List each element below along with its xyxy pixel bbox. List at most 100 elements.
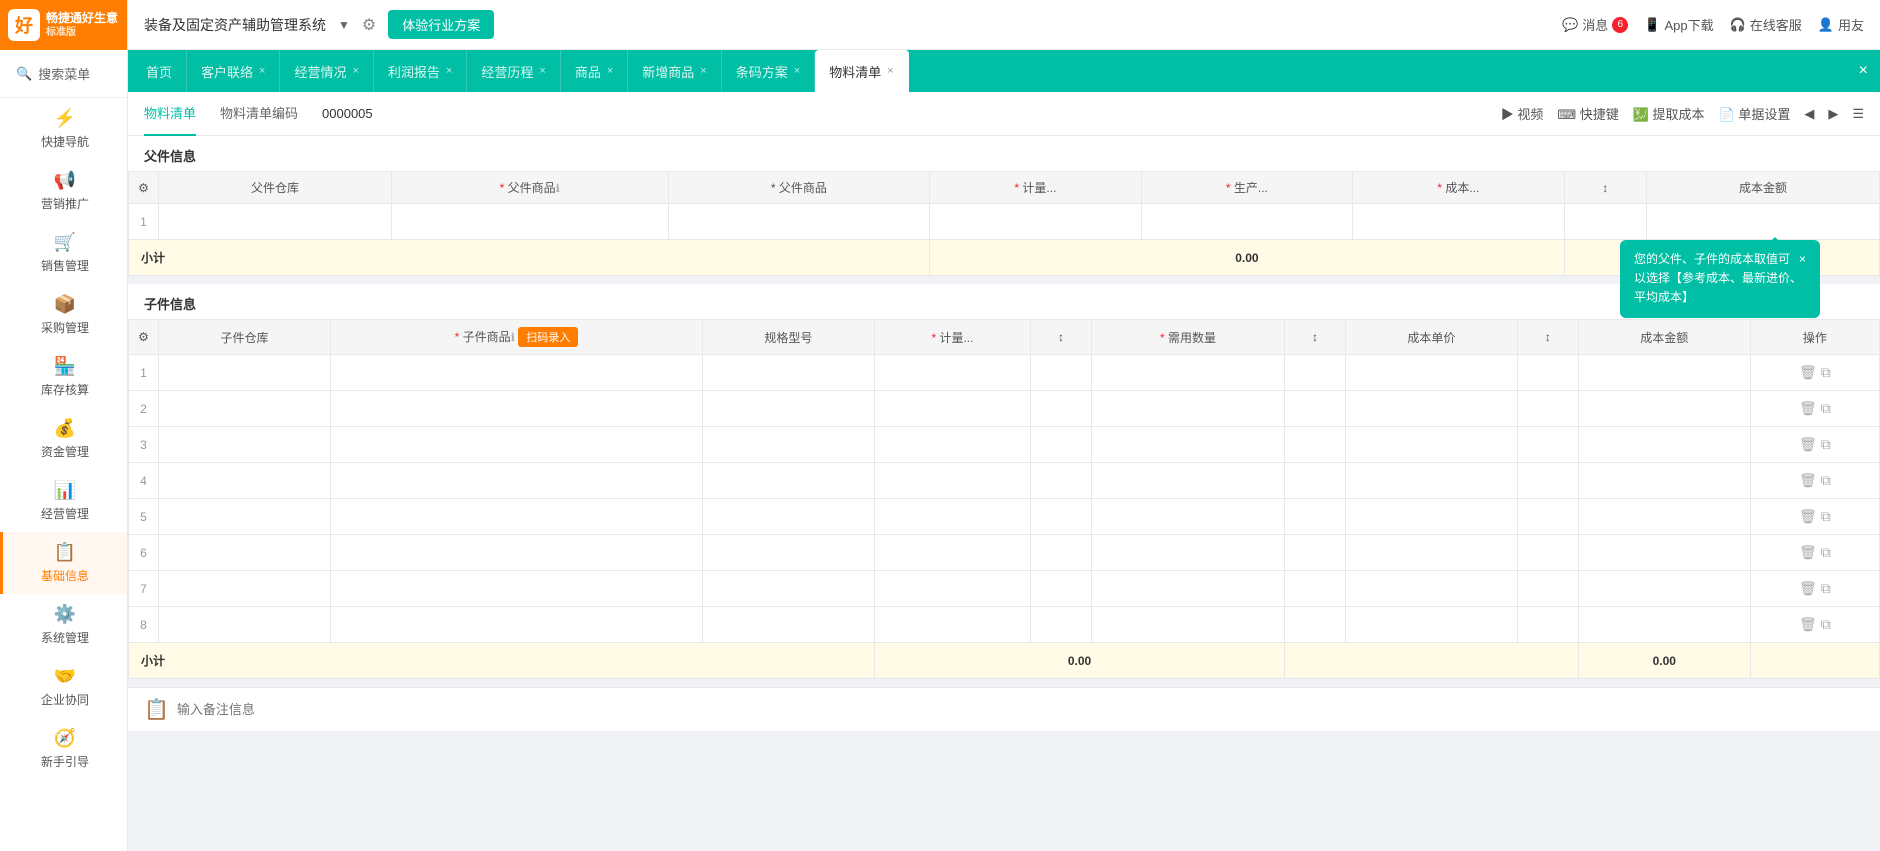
sidebar-item-purchase[interactable]: 📦 采购管理 xyxy=(0,284,127,346)
child-row-1-unit-cost[interactable] xyxy=(1345,355,1517,391)
sidebar-item-basic[interactable]: 📋 基础信息 xyxy=(0,532,127,594)
parent-row-1-sort[interactable] xyxy=(1564,204,1646,240)
child-row-1-goods[interactable] xyxy=(331,355,703,391)
parent-col-cost-amount: 成本金额 xyxy=(1646,172,1879,204)
nav-next[interactable]: ▶ xyxy=(1828,106,1838,122)
trial-button[interactable]: 体验行业方案 xyxy=(388,10,494,39)
tooltip-close-button[interactable]: × xyxy=(1799,250,1806,269)
sub-tab-bom-code[interactable]: 物料清单编码 xyxy=(220,92,298,136)
tab-history-close[interactable]: × xyxy=(539,65,545,77)
tab-newgoods[interactable]: 新增商品 × xyxy=(628,50,721,92)
user-item[interactable]: 👤 用友 xyxy=(1818,15,1864,34)
child-col-sort2[interactable]: ↕ xyxy=(1285,320,1346,355)
child-row-8-copy-icon[interactable]: ⧉ xyxy=(1821,616,1831,633)
child-row-8-delete-icon[interactable]: 🗑 xyxy=(1799,616,1817,633)
parent-row-1-warehouse[interactable] xyxy=(159,204,392,240)
parent-row-1-produce[interactable] xyxy=(1141,204,1352,240)
child-row-2-delete-icon[interactable]: 🗑 xyxy=(1799,400,1817,417)
parent-row-1-cost[interactable] xyxy=(1353,204,1564,240)
child-row-1-sort3[interactable] xyxy=(1517,355,1578,391)
child-col-sort1[interactable]: ↕ xyxy=(1031,320,1092,355)
parent-row-1-unit[interactable] xyxy=(930,204,1141,240)
tab-business-close[interactable]: × xyxy=(352,65,358,77)
tab-barcode[interactable]: 条码方案 × xyxy=(722,50,815,92)
child-row-1-copy-icon[interactable]: ⧉ xyxy=(1821,364,1831,381)
nav-close-all[interactable]: × xyxy=(1851,62,1876,80)
shortcut-action[interactable]: ⌨ 快捷键 xyxy=(1557,104,1618,123)
nav-prev[interactable]: ◀ xyxy=(1804,106,1814,122)
child-row-6-delete-icon[interactable]: 🗑 xyxy=(1799,544,1817,561)
child-col-sort3[interactable]: ↕ xyxy=(1517,320,1578,355)
child-row-6-copy-icon[interactable]: ⧉ xyxy=(1821,544,1831,561)
tab-history[interactable]: 经营历程 × xyxy=(467,50,560,92)
system-dropdown[interactable]: ▼ xyxy=(338,18,350,32)
child-row-2-copy-icon[interactable]: ⧉ xyxy=(1821,400,1831,417)
sidebar-item-collab[interactable]: 🤝 企业协同 xyxy=(0,656,127,718)
cost-action[interactable]: 💹 提取成本 xyxy=(1633,104,1705,123)
child-row-5-copy-icon[interactable]: ⧉ xyxy=(1821,508,1831,525)
app-download-item[interactable]: 📱 App下载 xyxy=(1644,15,1713,34)
child-col-gear[interactable]: ⚙ xyxy=(129,320,159,355)
child-row-1-delete-icon[interactable]: 🗑 xyxy=(1799,364,1817,381)
sidebar-item-operations[interactable]: 📊 经营管理 xyxy=(0,470,127,532)
child-row-4-actions: 🗑 ⧉ xyxy=(1750,463,1879,499)
tab-bom[interactable]: 物料清单 × xyxy=(815,50,908,92)
tab-customer-close[interactable]: × xyxy=(259,65,265,77)
parent-row-1-spec[interactable] xyxy=(668,204,930,240)
sidebar-item-sales[interactable]: 🛒 销售管理 xyxy=(0,222,127,284)
child-row-1-quantity[interactable] xyxy=(1091,355,1284,391)
tab-business[interactable]: 经营情况 × xyxy=(280,50,373,92)
collab-icon: 🤝 xyxy=(54,666,76,687)
tab-goods-close[interactable]: × xyxy=(607,65,613,77)
app-logo: 好 畅捷通好生意 标准版 xyxy=(0,0,127,50)
tab-profit[interactable]: 利润报告 × xyxy=(374,50,467,92)
parent-row-1-cost-amount[interactable] xyxy=(1646,204,1879,240)
tab-customer[interactable]: 客户联络 × xyxy=(187,50,280,92)
child-row-1-sort1[interactable] xyxy=(1031,355,1092,391)
layout-icon[interactable]: ☰ xyxy=(1852,106,1864,122)
child-col-goods: * 子件商品ℹ 扫码录入 xyxy=(331,320,703,355)
sidebar-item-system[interactable]: ⚙️ 系统管理 xyxy=(0,594,127,656)
nav-tabs: 首页 客户联络 × 经营情况 × 利润报告 × 经营历程 × 商品 × 新增商品… xyxy=(128,50,1880,92)
parent-col-sort[interactable]: ↕ xyxy=(1564,172,1646,204)
tab-bom-close[interactable]: × xyxy=(887,65,893,77)
child-row-7-delete-icon[interactable]: 🗑 xyxy=(1799,580,1817,597)
notes-input[interactable] xyxy=(177,702,1864,717)
parent-col-gear[interactable]: ⚙ xyxy=(129,172,159,204)
tab-newgoods-close[interactable]: × xyxy=(700,65,706,77)
sidebar-item-guide[interactable]: 🧭 新手引导 xyxy=(0,718,127,780)
notes-icon: 📋 xyxy=(144,697,169,722)
settings-gear-icon[interactable]: ⚙ xyxy=(362,15,376,35)
video-action[interactable]: ▶ 视频 xyxy=(1501,104,1544,123)
child-row-1-sort2[interactable] xyxy=(1285,355,1346,391)
child-col-spec: 规格型号 xyxy=(702,320,874,355)
child-row-4-copy-icon[interactable]: ⧉ xyxy=(1821,472,1831,489)
child-row-1-unit[interactable] xyxy=(874,355,1030,391)
child-row-1-cost-amount[interactable] xyxy=(1578,355,1750,391)
child-row-1-warehouse[interactable] xyxy=(159,355,331,391)
receipt-action[interactable]: 📄 单据设置 xyxy=(1719,104,1791,123)
parent-row-1-goods[interactable] xyxy=(391,204,668,240)
service-item[interactable]: 🎧 在线客服 xyxy=(1730,15,1802,34)
message-item[interactable]: 💬 消息 6 xyxy=(1562,15,1628,34)
inventory-icon: 🏪 xyxy=(54,356,76,377)
parent-row-1: 1 xyxy=(129,204,1880,240)
tab-profit-close[interactable]: × xyxy=(446,65,452,77)
sidebar-item-finance[interactable]: 💰 资金管理 xyxy=(0,408,127,470)
child-row-3-delete-icon[interactable]: 🗑 xyxy=(1799,436,1817,453)
quick-nav-icon: ⚡ xyxy=(54,108,76,129)
scan-input-button[interactable]: 扫码录入 xyxy=(518,327,578,347)
sub-tab-bom-list[interactable]: 物料清单 xyxy=(144,92,196,136)
tab-barcode-close[interactable]: × xyxy=(794,65,800,77)
child-row-3-copy-icon[interactable]: ⧉ xyxy=(1821,436,1831,453)
sidebar-item-quick-nav[interactable]: ⚡ 快捷导航 xyxy=(0,98,127,160)
tab-goods[interactable]: 商品 × xyxy=(561,50,628,92)
search-menu-button[interactable]: 🔍 搜索菜单 xyxy=(8,58,119,89)
child-row-1-spec[interactable] xyxy=(702,355,874,391)
tab-home[interactable]: 首页 xyxy=(132,50,187,92)
sidebar-item-inventory[interactable]: 🏪 库存核算 xyxy=(0,346,127,408)
child-row-7-copy-icon[interactable]: ⧉ xyxy=(1821,580,1831,597)
child-row-4-delete-icon[interactable]: 🗑 xyxy=(1799,472,1817,489)
child-row-5-delete-icon[interactable]: 🗑 xyxy=(1799,508,1817,525)
sidebar-item-marketing[interactable]: 📢 营销推广 xyxy=(0,160,127,222)
